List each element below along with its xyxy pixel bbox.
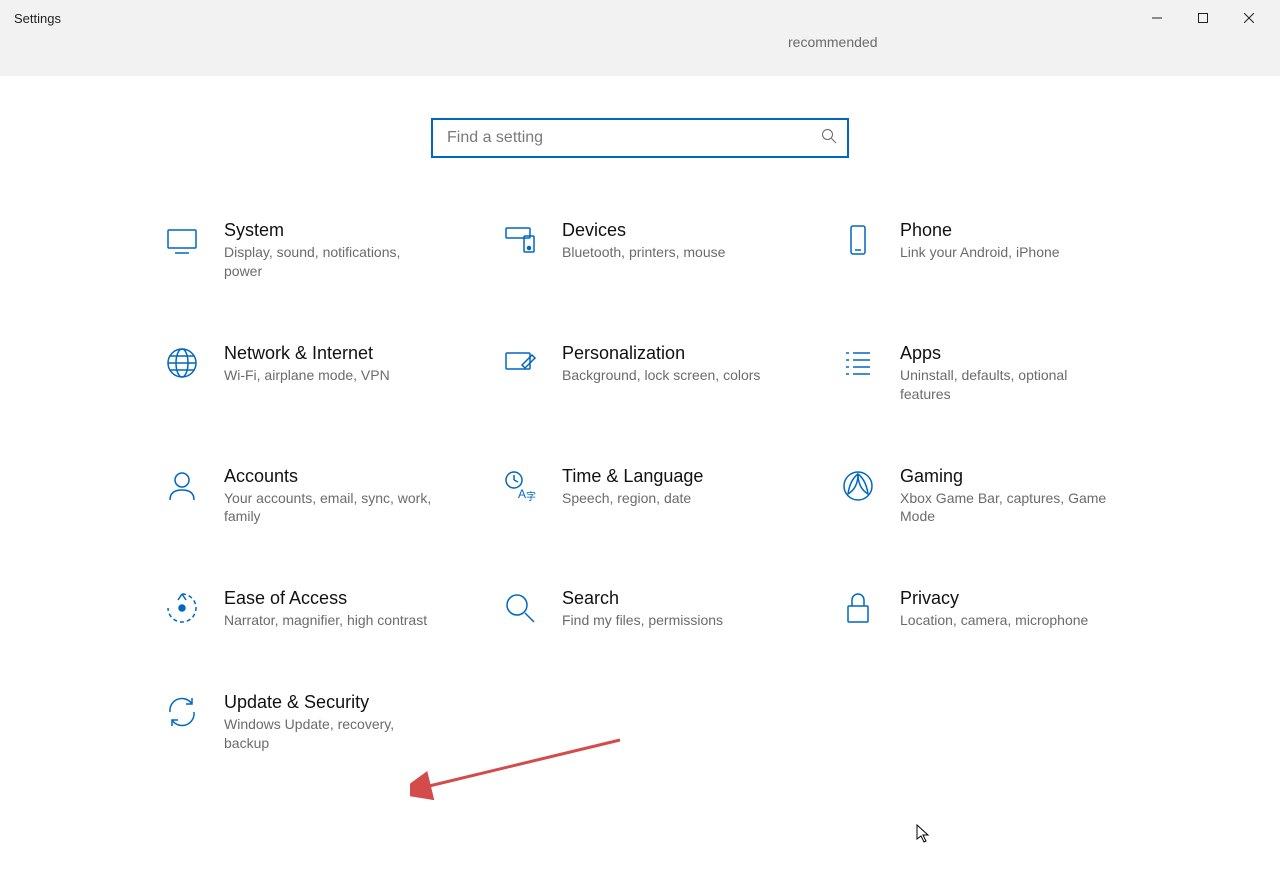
gaming-icon	[838, 466, 878, 506]
content-area: System Display, sound, notifications, po…	[0, 76, 1280, 753]
maximize-button[interactable]	[1180, 3, 1226, 33]
tile-search[interactable]: Search Find my files, permissions	[500, 588, 838, 630]
tile-desc: Location, camera, microphone	[900, 611, 1088, 630]
tile-desc: Xbox Game Bar, captures, Game Mode	[900, 489, 1110, 527]
tile-system[interactable]: System Display, sound, notifications, po…	[162, 220, 500, 281]
ease-of-access-icon	[162, 588, 202, 628]
tile-title: Ease of Access	[224, 588, 427, 609]
tile-apps[interactable]: Apps Uninstall, defaults, optional featu…	[838, 343, 1176, 404]
tile-title: Devices	[562, 220, 725, 241]
search-icon	[821, 128, 837, 148]
titlebar: Settings	[0, 0, 1280, 36]
tile-time-language[interactable]: A字 Time & Language Speech, region, date	[500, 466, 838, 527]
tile-gaming[interactable]: Gaming Xbox Game Bar, captures, Game Mod…	[838, 466, 1176, 527]
update-icon	[162, 692, 202, 732]
globe-icon	[162, 343, 202, 383]
tile-desc: Bluetooth, printers, mouse	[562, 243, 725, 262]
window-controls	[1134, 3, 1272, 33]
time-language-icon: A字	[500, 466, 540, 506]
tile-desc: Display, sound, notifications, power	[224, 243, 434, 281]
tile-desc: Wi-Fi, airplane mode, VPN	[224, 366, 390, 385]
tile-title: Phone	[900, 220, 1060, 241]
tile-title: Accounts	[224, 466, 434, 487]
tile-desc: Find my files, permissions	[562, 611, 723, 630]
recommended-text: recommended	[788, 34, 878, 50]
devices-icon	[500, 220, 540, 260]
tile-desc: Background, lock screen, colors	[562, 366, 760, 385]
tile-desc: Windows Update, recovery, backup	[224, 715, 434, 753]
tile-title: Gaming	[900, 466, 1110, 487]
window-title: Settings	[14, 11, 61, 26]
tile-title: Time & Language	[562, 466, 703, 487]
tile-desc: Speech, region, date	[562, 489, 703, 508]
tile-network[interactable]: Network & Internet Wi-Fi, airplane mode,…	[162, 343, 500, 404]
mouse-cursor	[916, 824, 932, 849]
phone-icon	[838, 220, 878, 260]
tile-desc: Your accounts, email, sync, work, family	[224, 489, 434, 527]
accounts-icon	[162, 466, 202, 506]
tile-title: Apps	[900, 343, 1110, 364]
search-tile-icon	[500, 588, 540, 628]
tile-personalization[interactable]: Personalization Background, lock screen,…	[500, 343, 838, 404]
tile-title: Privacy	[900, 588, 1088, 609]
tile-devices[interactable]: Devices Bluetooth, printers, mouse	[500, 220, 838, 281]
personalization-icon	[500, 343, 540, 383]
search-input[interactable]	[447, 129, 821, 147]
tile-desc: Uninstall, defaults, optional features	[900, 366, 1110, 404]
tile-title: Update & Security	[224, 692, 434, 713]
settings-grid: System Display, sound, notifications, po…	[162, 220, 1182, 753]
privacy-icon	[838, 588, 878, 628]
system-icon	[162, 220, 202, 260]
tile-title: Network & Internet	[224, 343, 390, 364]
tile-desc: Narrator, magnifier, high contrast	[224, 611, 427, 630]
header-strip: recommended	[0, 36, 1280, 76]
minimize-button[interactable]	[1134, 3, 1180, 33]
tile-phone[interactable]: Phone Link your Android, iPhone	[838, 220, 1176, 281]
tile-accounts[interactable]: Accounts Your accounts, email, sync, wor…	[162, 466, 500, 527]
tile-desc: Link your Android, iPhone	[900, 243, 1060, 262]
tile-ease-of-access[interactable]: Ease of Access Narrator, magnifier, high…	[162, 588, 500, 630]
tile-title: System	[224, 220, 434, 241]
apps-icon	[838, 343, 878, 383]
tile-update-security[interactable]: Update & Security Windows Update, recove…	[162, 692, 500, 753]
tile-title: Search	[562, 588, 723, 609]
svg-text:A: A	[518, 487, 526, 501]
svg-text:字: 字	[526, 490, 536, 503]
tile-privacy[interactable]: Privacy Location, camera, microphone	[838, 588, 1176, 630]
close-button[interactable]	[1226, 3, 1272, 33]
tile-title: Personalization	[562, 343, 760, 364]
search-box[interactable]	[431, 118, 849, 158]
